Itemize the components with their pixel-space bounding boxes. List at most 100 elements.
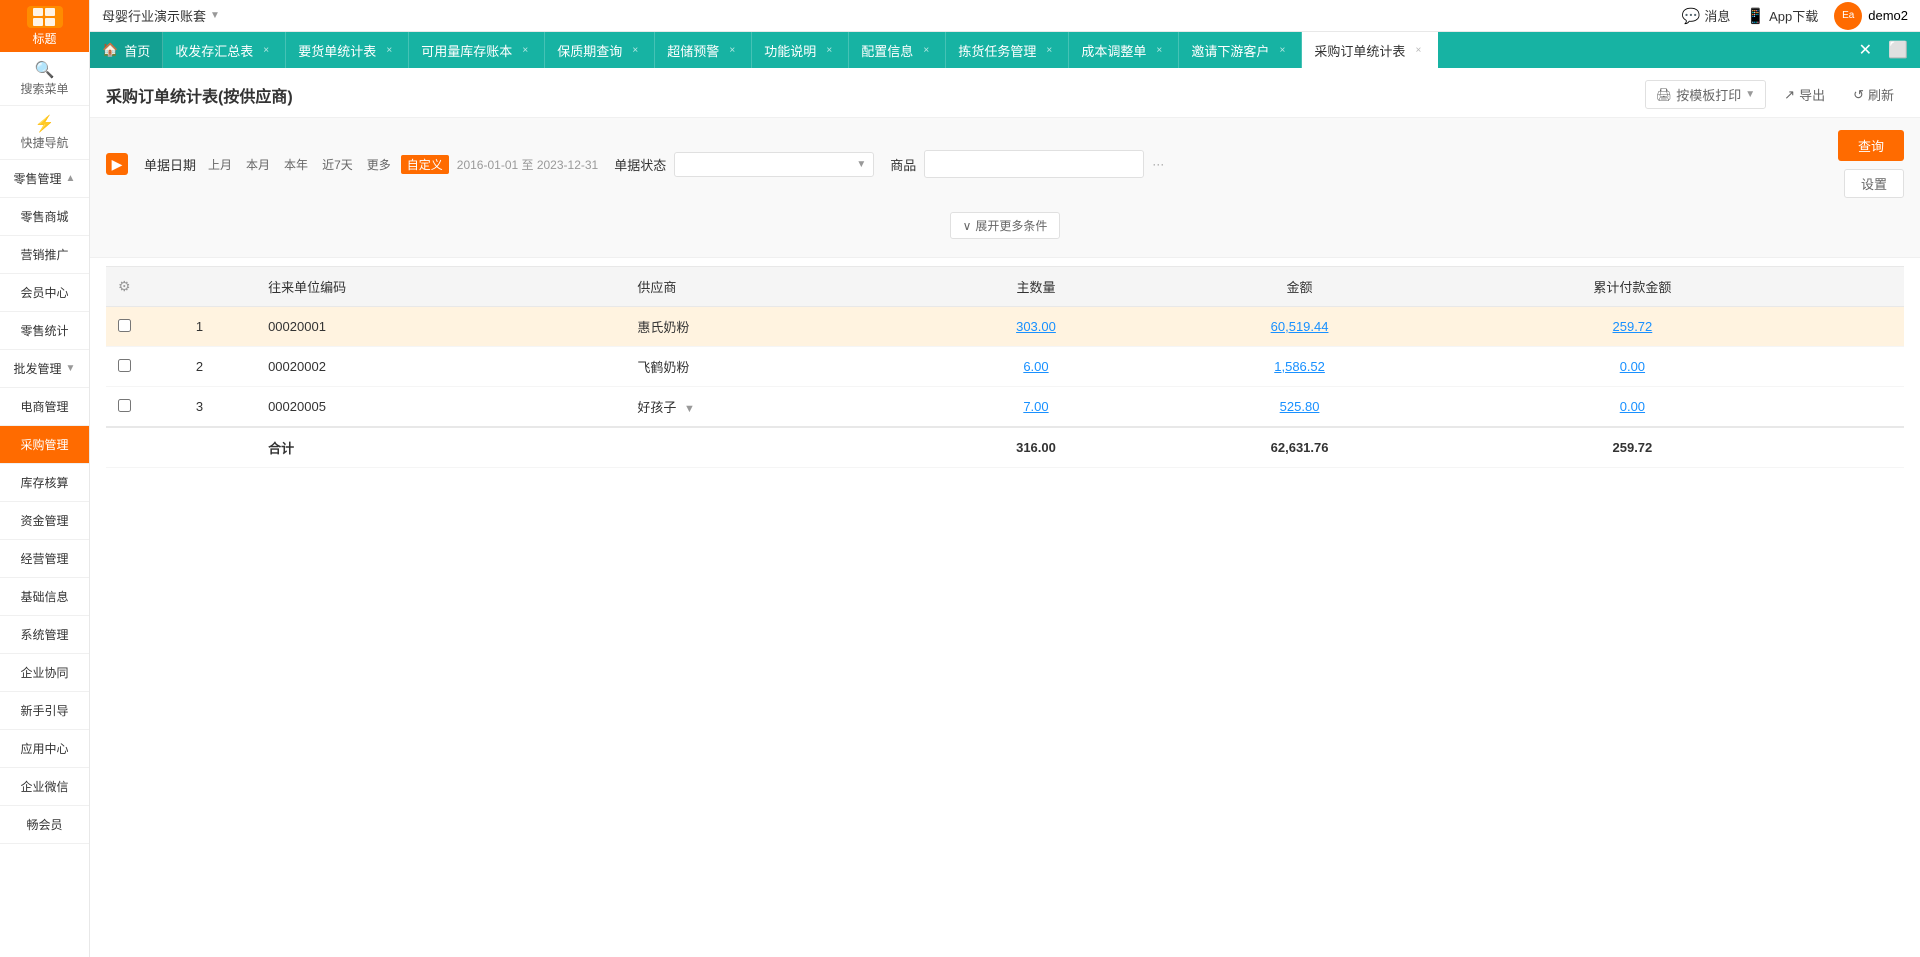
workspace-selector[interactable]: 母婴行业演示账套 ▼ xyxy=(102,6,220,25)
tab-peizhiXinxi[interactable]: 配置信息 × xyxy=(849,32,946,68)
status-select[interactable]: ▼ xyxy=(674,152,874,177)
date-btn-last-month[interactable]: 上月 xyxy=(204,155,236,174)
row-amount-2[interactable]: 525.80 xyxy=(1151,387,1447,428)
date-custom-badge[interactable]: 自定义 xyxy=(401,155,449,174)
sidebar-item-system[interactable]: 系统管理 xyxy=(0,616,90,654)
tab-chengbenTiaozheng[interactable]: 成本调整单 × xyxy=(1069,32,1179,68)
sidebar-item-member2[interactable]: 畅会员 xyxy=(0,806,90,844)
tab-home[interactable]: 🏠 首页 xyxy=(90,32,163,68)
row-checkbox-0[interactable] xyxy=(106,307,143,347)
row-checkbox-1[interactable] xyxy=(106,347,143,387)
row-checkbox-2[interactable] xyxy=(106,387,143,428)
tab-yaoqingXiayoukehu[interactable]: 邀请下游客户 × xyxy=(1179,32,1302,68)
sidebar-item-member[interactable]: 会员中心 xyxy=(0,274,90,312)
user-menu[interactable]: Ea demo2 xyxy=(1834,2,1908,30)
sidebar-item-wholesale[interactable]: 批发管理 ▼ xyxy=(0,350,90,388)
maximize-button[interactable]: ⬜ xyxy=(1884,36,1912,64)
tab-baozhiQiChaxun[interactable]: 保质期查询 × xyxy=(545,32,655,68)
checkbox-input-2[interactable] xyxy=(118,399,131,412)
tab-close-shoufaHuizong[interactable]: × xyxy=(259,43,273,57)
checkbox-input-0[interactable] xyxy=(118,319,131,332)
tab-close-gongnengShuoming[interactable]: × xyxy=(822,43,836,57)
sidebar-item-retail-analytics[interactable]: 零售统计 xyxy=(0,312,90,350)
tab-close-chengbenTiaozheng[interactable]: × xyxy=(1152,43,1166,57)
tab-yaohuoDanTongjiBiao[interactable]: 要货单统计表 × xyxy=(286,32,409,68)
sidebar-member2-label: 畅会员 xyxy=(26,818,62,832)
close-all-tabs-button[interactable]: ✕ xyxy=(1855,36,1876,64)
goods-input[interactable] xyxy=(924,150,1144,178)
tab-chaoChuyuJing[interactable]: 超储预警 × xyxy=(655,32,752,68)
chevron-down-icon-status: ▼ xyxy=(856,159,866,170)
print-label: 按模板打印 xyxy=(1676,85,1741,104)
table-settings-icon[interactable]: ⚙ xyxy=(118,278,131,294)
row-amount-0[interactable]: 60,519.44 xyxy=(1151,307,1447,347)
tab-home-label: 首页 xyxy=(124,41,150,60)
sidebar-item-inventory[interactable]: 库存核算 xyxy=(0,464,90,502)
tab-close-peizhiXinxi[interactable]: × xyxy=(919,43,933,57)
sidebar-item-purchase[interactable]: 采购管理 xyxy=(0,426,90,464)
print-button[interactable]: 🖨 按模板打印 ▼ xyxy=(1645,80,1766,109)
tab-close-chaoChuyuJing[interactable]: × xyxy=(725,43,739,57)
tab-close-keyongLiangKuCunZhangBen[interactable]: × xyxy=(518,43,532,57)
date-btn-this-year[interactable]: 本年 xyxy=(280,155,312,174)
tab-close-yaoqingXiayoukehu[interactable]: × xyxy=(1275,43,1289,57)
checkbox-input-1[interactable] xyxy=(118,359,131,372)
row-amount-1[interactable]: 1,586.52 xyxy=(1151,347,1447,387)
sidebar-item-retail-shop[interactable]: 零售商城 xyxy=(0,198,90,236)
row-paidAmount-0[interactable]: 259.72 xyxy=(1448,307,1817,347)
main-area: 母婴行业演示账套 ▼ 💬 消息 📱 App下载 Ea demo2 🏠 首页 xyxy=(90,0,1920,957)
sidebar-item-retail-management[interactable]: 零售管理 ▲ xyxy=(0,160,90,198)
table-footer-row: 合计 316.00 62,631.76 259.72 xyxy=(106,427,1904,468)
date-shortcuts: 上月 本月 本年 近7天 更多 自定义 xyxy=(204,155,449,174)
sidebar-item-finance[interactable]: 资金管理 xyxy=(0,502,90,540)
sidebar-item-marketing[interactable]: 营销推广 xyxy=(0,236,90,274)
goods-input-more-icon[interactable]: ··· xyxy=(1152,157,1164,171)
row-unitCode-2: 00020005 xyxy=(256,387,625,428)
settings-button[interactable]: 设置 xyxy=(1844,169,1904,198)
sidebar-item-enterprise[interactable]: 企业协同 xyxy=(0,654,90,692)
filter-toggle-button[interactable]: ▶ xyxy=(106,153,128,175)
sidebar-item-appcenter[interactable]: 应用中心 xyxy=(0,730,90,768)
sidebar-item-operations[interactable]: 经营管理 xyxy=(0,540,90,578)
tab-close-caigouDanTongjiBiao[interactable]: × xyxy=(1411,43,1425,57)
tab-shoufaHuizong[interactable]: 收发存汇总表 × xyxy=(163,32,286,68)
topbar-right: 💬 消息 📱 App下载 Ea demo2 xyxy=(1682,2,1908,30)
tab-close-paihuoRenwuGuanli[interactable]: × xyxy=(1042,43,1056,57)
sidebar-newguide-label: 新手引导 xyxy=(20,704,68,718)
chevron-down-icon-workspace: ▼ xyxy=(210,10,220,21)
sidebar-item-wechat[interactable]: 企业微信 xyxy=(0,768,90,806)
row-paidAmount-2[interactable]: 0.00 xyxy=(1448,387,1817,428)
row-paidAmount-1[interactable]: 0.00 xyxy=(1448,347,1817,387)
sidebar: 标题 🔍 搜索菜单 ⚡ 快捷导航 零售管理 ▲ 零售商城 营销推广 会员中心 零… xyxy=(0,0,90,957)
tab-paihuoRenwuGuanli-label: 拣货任务管理 xyxy=(958,41,1036,60)
query-button[interactable]: 查询 xyxy=(1838,130,1904,161)
sidebar-item-basics[interactable]: 基础信息 xyxy=(0,578,90,616)
app-download-button[interactable]: 📱 App下载 xyxy=(1746,6,1818,25)
sidebar-item-quicknav[interactable]: ⚡ 快捷导航 xyxy=(0,106,90,160)
tab-caigouDanTongjiBiao[interactable]: 采购订单统计表 × xyxy=(1302,32,1438,68)
sidebar-item-search[interactable]: 🔍 搜索菜单 xyxy=(0,52,90,106)
tab-close-yaohuoDanTongjiBiao[interactable]: × xyxy=(382,43,396,57)
filter-top-row: ▶ 单据日期 上月 本月 本年 近7天 更多 自定义 2016-01-01 至 … xyxy=(106,130,1904,198)
page-title: 采购订单统计表(按供应商) xyxy=(106,83,293,107)
sidebar-item-newguide[interactable]: 新手引导 xyxy=(0,692,90,730)
sidebar-purchase-label: 采购管理 xyxy=(20,438,68,452)
expand-more-button[interactable]: ∨ 展开更多条件 xyxy=(950,212,1061,239)
row-mainQty-2[interactable]: 7.00 xyxy=(921,387,1152,428)
date-btn-this-month[interactable]: 本月 xyxy=(242,155,274,174)
tab-paihuoRenwuGuanli[interactable]: 拣货任务管理 × xyxy=(946,32,1069,68)
date-btn-7days[interactable]: 近7天 xyxy=(318,155,357,174)
sidebar-item-ecommerce[interactable]: 电商管理 xyxy=(0,388,90,426)
refresh-button[interactable]: ↺ 刷新 xyxy=(1843,81,1904,108)
date-filter-label: 单据日期 xyxy=(144,155,196,174)
date-btn-more[interactable]: 更多 xyxy=(363,155,395,174)
tab-gongnengShuoming[interactable]: 功能说明 × xyxy=(752,32,849,68)
export-label: 导出 xyxy=(1799,85,1825,104)
col-header-unitCode: 往来单位编码 xyxy=(256,267,625,307)
message-button[interactable]: 💬 消息 xyxy=(1682,6,1731,25)
export-button[interactable]: ↗ 导出 xyxy=(1774,81,1835,108)
tab-keyongLiangKuCunZhangBen[interactable]: 可用量库存账本 × xyxy=(409,32,545,68)
tab-close-baozhiQiChaxun[interactable]: × xyxy=(628,43,642,57)
row-mainQty-1[interactable]: 6.00 xyxy=(921,347,1152,387)
row-mainQty-0[interactable]: 303.00 xyxy=(921,307,1152,347)
